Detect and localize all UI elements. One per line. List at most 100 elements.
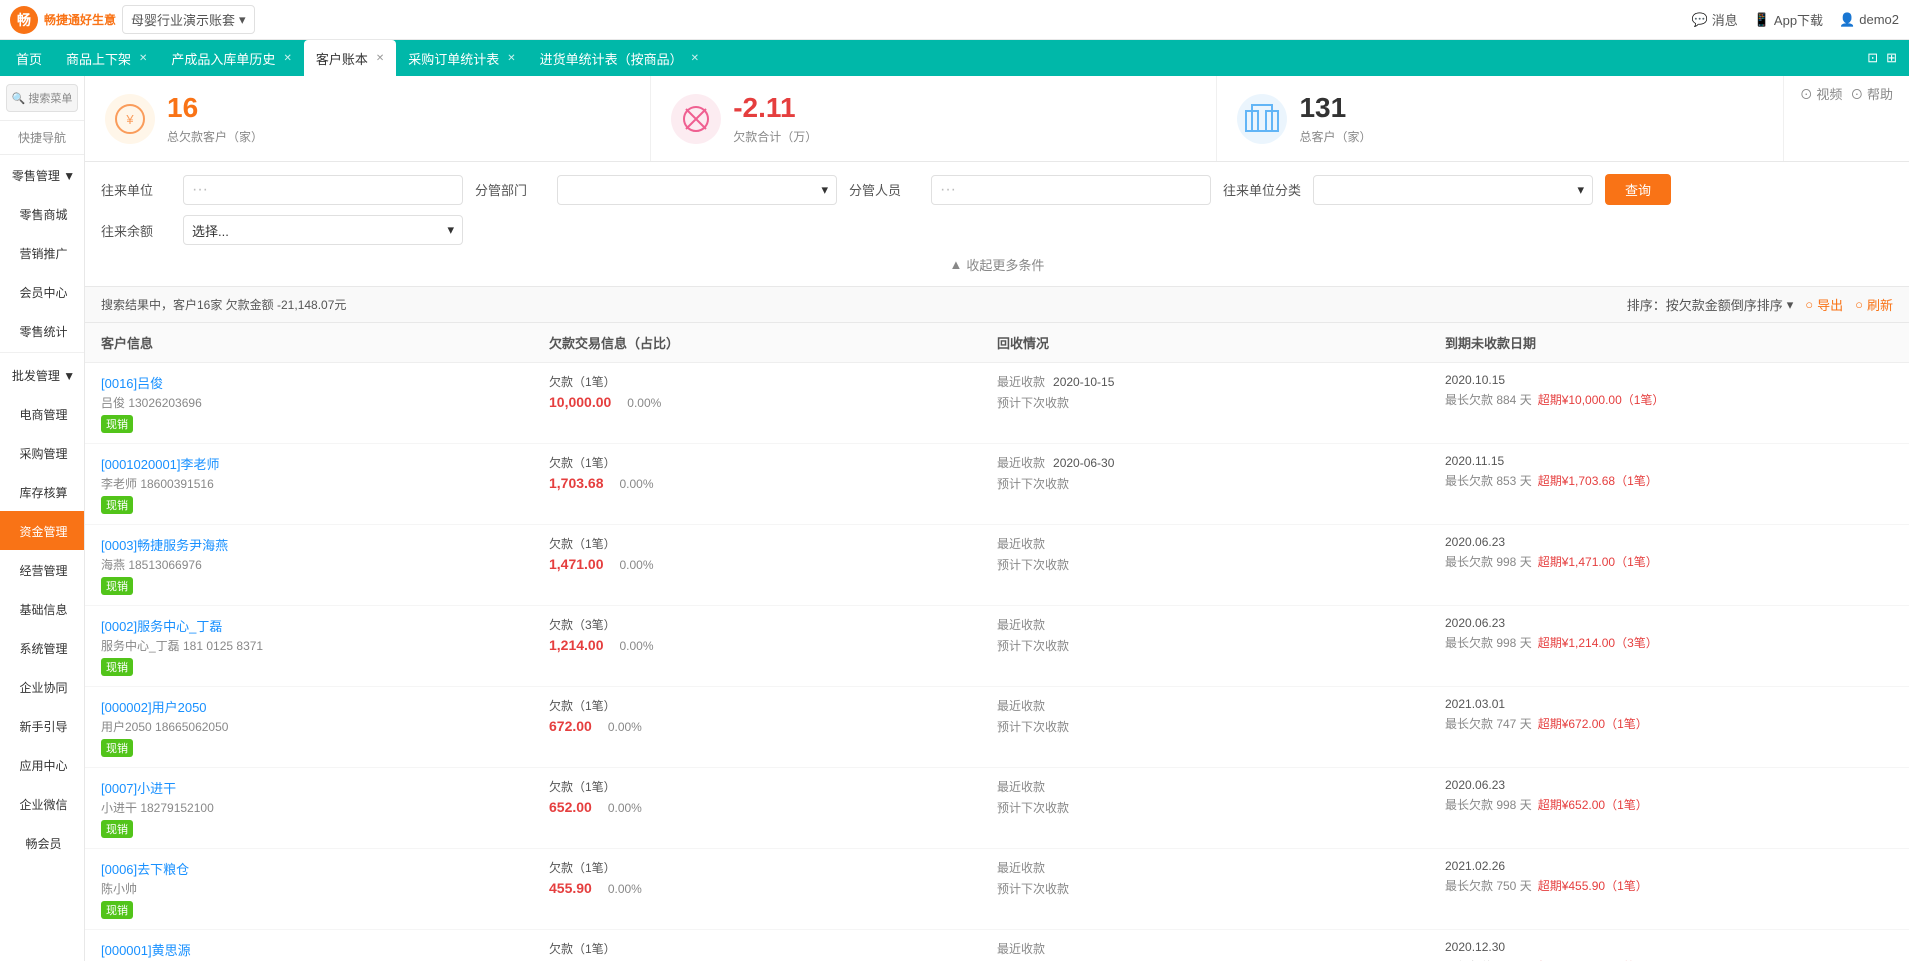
- customer-name-link[interactable]: [000001]黄思源: [101, 943, 191, 958]
- tab-purchase-order-close[interactable]: ✕: [507, 53, 515, 64]
- due-date: 2020.06.23: [1445, 535, 1893, 549]
- collapse-btn[interactable]: ▲ 收起更多条件: [950, 255, 1045, 274]
- tab-goods[interactable]: 商品上下架 ✕: [54, 40, 159, 76]
- sidebar-item-enterprise-collab[interactable]: 企业协同: [0, 667, 84, 706]
- last-collect-label: 最近收款: [997, 940, 1045, 957]
- sort-btn[interactable]: 排序：按欠款金额倒序排序 ▾: [1627, 295, 1794, 314]
- tab-purchase-stat-close[interactable]: ✕: [691, 53, 699, 64]
- overdue-link[interactable]: 超期¥1,214.00（3笔）: [1538, 634, 1658, 651]
- last-collect-label: 最近收款: [997, 778, 1045, 795]
- due-date: 2021.02.26: [1445, 859, 1893, 873]
- tab-purchase-stat[interactable]: 进货单统计表（按商品） ✕: [528, 40, 711, 76]
- sidebar-item-retail-mgmt[interactable]: 零售管理 ▼: [0, 155, 84, 194]
- sidebar-item-new-guide[interactable]: 新手引导: [0, 706, 84, 745]
- debt-pct: 0.00%: [608, 801, 642, 815]
- overdue-link[interactable]: 超期¥455.90（1笔）: [1538, 877, 1648, 894]
- export-btn[interactable]: ○ 导出: [1805, 295, 1843, 314]
- overdue-link[interactable]: 超期¥652.00（1笔）: [1538, 796, 1648, 813]
- tab-customer-account[interactable]: 客户账本 ✕: [304, 40, 396, 76]
- customer-tag: 现销: [101, 577, 133, 595]
- last-collect-date: 2020-06-30: [1053, 456, 1114, 470]
- tab-goods-close[interactable]: ✕: [139, 53, 147, 64]
- due-date-cell: 2020.10.15 最长欠款 884 天 超期¥10,000.00（1笔）: [1445, 373, 1893, 408]
- overdue-link[interactable]: 超期¥10,000.00（1笔）: [1538, 391, 1665, 408]
- refresh-btn[interactable]: ○ 刷新: [1855, 295, 1893, 314]
- sidebar-item-marketing[interactable]: 营销推广: [0, 233, 84, 272]
- sidebar-item-purchase-mgmt[interactable]: 采购管理: [0, 433, 84, 472]
- avatar-icon: 👤: [1839, 12, 1855, 28]
- sidebar-item-ops-mgmt[interactable]: 经营管理: [0, 550, 84, 589]
- company-selector[interactable]: 母婴行业演示账套 ▾: [122, 5, 255, 34]
- sidebar-search-btn[interactable]: 🔍 搜索菜单: [6, 84, 78, 112]
- debt-amount: 455.90: [549, 880, 592, 896]
- search-btn[interactable]: 查询: [1605, 174, 1671, 205]
- tab-product-history-close[interactable]: ✕: [283, 53, 291, 64]
- table-area: 客户信息 欠款交易信息（占比） 回收情况 到期未收款日期 [0016]吕俊 吕俊…: [85, 323, 1909, 961]
- debt-info-cell: 欠款（1笔） 455.90 0.00%: [549, 859, 997, 896]
- balance-chevron-icon: ▾: [447, 222, 454, 238]
- debt-pct: 0.00%: [620, 639, 654, 653]
- sidebar-item-app-center[interactable]: 应用中心: [0, 745, 84, 784]
- tab-customer-account-close[interactable]: ✕: [376, 53, 384, 64]
- due-date-cell: 2021.02.26 最长欠款 750 天 超期¥455.90（1笔）: [1445, 859, 1893, 894]
- sidebar-nav: 零售管理 ▼ 零售商城 营销推广 会员中心 零售统计 批发管理 ▼ 电商管理: [0, 155, 84, 961]
- sidebar-item-finance[interactable]: 资金管理: [0, 511, 84, 550]
- sidebar-item-ecommerce[interactable]: 电商管理: [0, 394, 84, 433]
- debt-amount-icon: [671, 94, 721, 144]
- app-download-btn[interactable]: 📱 App下载: [1754, 10, 1823, 29]
- unit-category-select[interactable]: ▾: [1313, 175, 1593, 205]
- video-btn[interactable]: ⊙ 视频: [1800, 84, 1843, 103]
- customer-name-link[interactable]: [0006]去下粮仓: [101, 862, 189, 877]
- message-btn[interactable]: 💬 消息: [1692, 10, 1738, 29]
- debt-amount: 652.00: [549, 799, 592, 815]
- tab-purchase-order[interactable]: 采购订单统计表 ✕: [396, 40, 527, 76]
- sidebar-item-basic-info[interactable]: 基础信息: [0, 589, 84, 628]
- debt-customers-value: 16: [167, 92, 263, 124]
- sidebar-item-inventory[interactable]: 库存核算: [0, 472, 84, 511]
- user-avatar[interactable]: 👤 demo2: [1839, 12, 1899, 28]
- customer-contact: 小进干 18279152100: [101, 799, 549, 816]
- sidebar-item-batch-mgmt[interactable]: 批发管理 ▼: [0, 355, 84, 394]
- logo-area: 畅 畅捷通好生意 母婴行业演示账套 ▾: [10, 5, 255, 34]
- tab-product-history[interactable]: 产成品入库单历史 ✕: [159, 40, 303, 76]
- sidebar-item-member[interactable]: 会员中心: [0, 272, 84, 311]
- overdue-link[interactable]: 超期¥1,703.68（1笔）: [1538, 472, 1658, 489]
- maximize-icon[interactable]: ⊞: [1886, 50, 1897, 66]
- stat-debt-amount: -2.11 欠款合计（万）: [651, 76, 1217, 161]
- restore-icon[interactable]: ⊡: [1867, 50, 1878, 66]
- tab-home[interactable]: 首页: [4, 40, 54, 76]
- customer-name-link[interactable]: [0016]吕俊: [101, 376, 163, 391]
- table-row: [0003]畅捷服务尹海燕 海燕 18513066976 现销 欠款（1笔） 1…: [85, 525, 1909, 606]
- quick-nav[interactable]: 快捷导航: [0, 121, 84, 155]
- customer-name-link[interactable]: [0003]畅捷服务尹海燕: [101, 538, 228, 553]
- due-date-cell: 2020.06.23 最长欠款 998 天 超期¥1,214.00（3笔）: [1445, 616, 1893, 651]
- table-row: [0001020001]李老师 李老师 18600391516 现销 欠款（1笔…: [85, 444, 1909, 525]
- balance-select[interactable]: 选择... ▾: [183, 215, 463, 245]
- sidebar-item-retail-stat[interactable]: 零售统计: [0, 311, 84, 350]
- debt-pct: 0.00%: [608, 720, 642, 734]
- customer-info-cell: [0001020001]李老师 李老师 18600391516 现销: [101, 454, 549, 514]
- tab-actions: ⊡ ⊞: [1867, 50, 1905, 66]
- overdue-link[interactable]: 超期¥672.00（1笔）: [1538, 715, 1648, 732]
- due-date: 2020.06.23: [1445, 778, 1893, 792]
- customer-tag: 现销: [101, 820, 133, 838]
- debt-info-cell: 欠款（1笔） 652.00 0.00%: [549, 778, 997, 815]
- from-unit-input[interactable]: ···: [183, 175, 463, 205]
- debt-pct: 0.00%: [620, 477, 654, 491]
- help-btn[interactable]: ⊙ 帮助: [1850, 84, 1893, 103]
- sidebar-item-retail-mall[interactable]: 零售商城: [0, 194, 84, 233]
- person-input[interactable]: ···: [931, 175, 1211, 205]
- dept-chevron-icon: ▾: [821, 182, 828, 198]
- customer-tag: 现销: [101, 739, 133, 757]
- customer-name-link[interactable]: [0002]服务中心_丁磊: [101, 619, 222, 634]
- sidebar-item-vip[interactable]: 畅会员: [0, 823, 84, 862]
- sidebar-item-enterprise-wechat[interactable]: 企业微信: [0, 784, 84, 823]
- next-collect: 预计下次收款: [997, 475, 1445, 492]
- overdue-link[interactable]: 超期¥1,471.00（1笔）: [1538, 553, 1658, 570]
- customer-name-link[interactable]: [000002]用户2050: [101, 700, 207, 715]
- debt-label: 欠款（3笔）: [549, 616, 997, 633]
- sidebar-item-system[interactable]: 系统管理: [0, 628, 84, 667]
- customer-name-link[interactable]: [0007]小进干: [101, 781, 176, 796]
- customer-name-link[interactable]: [0001020001]李老师: [101, 457, 220, 472]
- dept-select[interactable]: ▾: [557, 175, 837, 205]
